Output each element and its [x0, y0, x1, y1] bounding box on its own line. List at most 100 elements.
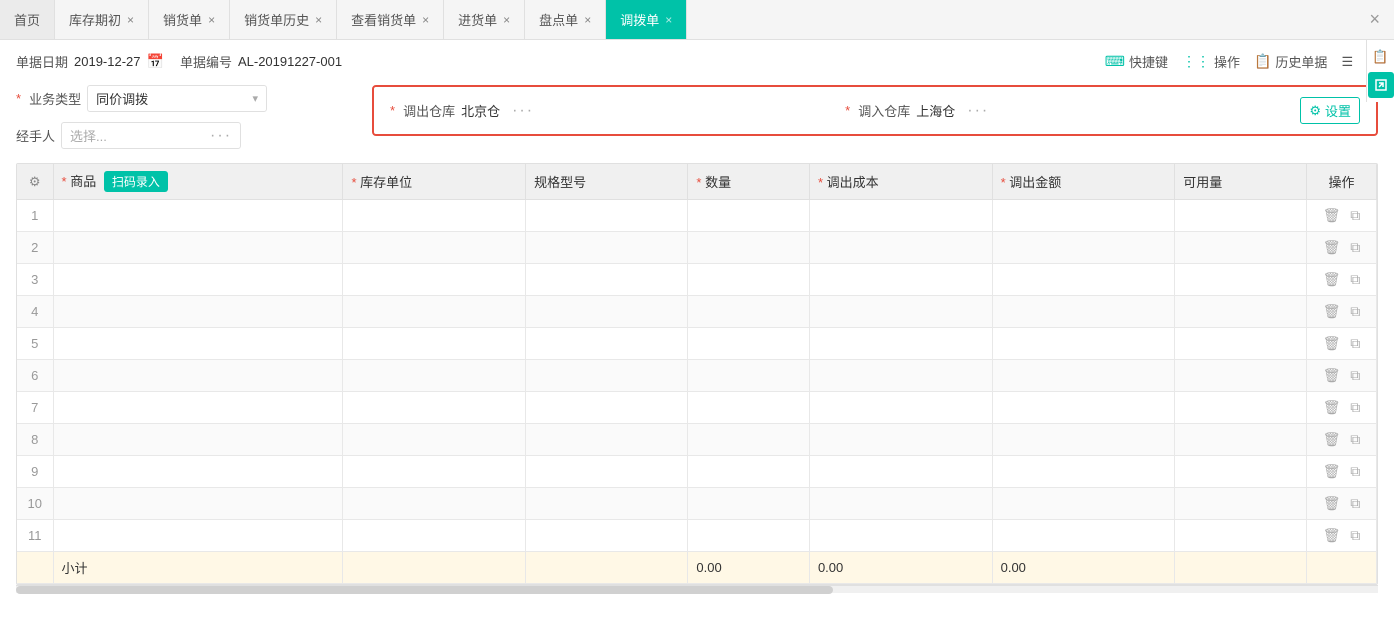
cell-spec[interactable] — [526, 392, 688, 424]
business-type-select[interactable]: 同价调拨 ▾ — [87, 85, 267, 112]
cell-unit[interactable] — [343, 360, 526, 392]
tab-close-transfer[interactable]: × — [665, 13, 672, 27]
cell-cost[interactable] — [809, 296, 992, 328]
cell-product[interactable] — [53, 392, 343, 424]
cell-amount[interactable] — [992, 232, 1175, 264]
copy-icon[interactable]: ⧉ — [1350, 335, 1360, 351]
cell-qty[interactable] — [688, 328, 810, 360]
cell-qty[interactable] — [688, 456, 810, 488]
cell-qty[interactable] — [688, 360, 810, 392]
cell-cost[interactable] — [809, 424, 992, 456]
cell-spec[interactable] — [526, 232, 688, 264]
cell-amount[interactable] — [992, 328, 1175, 360]
tab-close-inventory-init[interactable]: × — [127, 13, 134, 27]
cell-spec[interactable] — [526, 488, 688, 520]
cell-spec[interactable] — [526, 456, 688, 488]
handler-more-icon[interactable]: ··· — [210, 127, 232, 145]
tab-close-sales-order[interactable]: × — [208, 13, 215, 27]
copy-icon[interactable]: ⧉ — [1350, 207, 1360, 223]
tab-sales-order[interactable]: 销货单 × — [149, 0, 230, 39]
delete-icon[interactable]: 🗑 — [1323, 207, 1341, 223]
cell-cost[interactable] — [809, 456, 992, 488]
tab-close-view-sales[interactable]: × — [422, 13, 429, 27]
cell-spec[interactable] — [526, 296, 688, 328]
copy-icon[interactable]: ⧉ — [1350, 239, 1360, 255]
shortcuts-button[interactable]: ⌨ 快捷键 — [1105, 52, 1168, 71]
cell-spec[interactable] — [526, 520, 688, 552]
delete-icon[interactable]: 🗑 — [1323, 527, 1341, 543]
cell-qty[interactable] — [688, 392, 810, 424]
sidebar-export-icon[interactable] — [1368, 72, 1394, 98]
copy-icon[interactable]: ⧉ — [1350, 527, 1360, 543]
cell-product[interactable] — [53, 296, 343, 328]
sidebar-note-icon[interactable]: 📋 — [1368, 44, 1394, 70]
cell-unit[interactable] — [343, 456, 526, 488]
copy-icon[interactable]: ⧉ — [1350, 495, 1360, 511]
cell-unit[interactable] — [343, 392, 526, 424]
cell-amount[interactable] — [992, 360, 1175, 392]
cell-cost[interactable] — [809, 520, 992, 552]
cell-unit[interactable] — [343, 328, 526, 360]
tab-home[interactable]: 首页 — [0, 0, 55, 39]
cell-spec[interactable] — [526, 328, 688, 360]
cell-product[interactable] — [53, 232, 343, 264]
delete-icon[interactable]: 🗑 — [1323, 367, 1341, 383]
tab-stocktake[interactable]: 盘点单 × — [525, 0, 606, 39]
cell-product[interactable] — [53, 264, 343, 296]
cell-product[interactable] — [53, 456, 343, 488]
tab-view-sales[interactable]: 查看销货单 × — [337, 0, 444, 39]
layout-toggle-list[interactable]: ☰ — [1341, 54, 1353, 70]
cell-cost[interactable] — [809, 328, 992, 360]
cell-spec[interactable] — [526, 360, 688, 392]
copy-icon[interactable]: ⧉ — [1350, 367, 1360, 383]
tab-close-purchase-order[interactable]: × — [503, 13, 510, 27]
cell-amount[interactable] — [992, 456, 1175, 488]
cell-amount[interactable] — [992, 296, 1175, 328]
cell-qty[interactable] — [688, 232, 810, 264]
warehouse-in-more-icon[interactable]: ··· — [967, 102, 989, 120]
cell-amount[interactable] — [992, 264, 1175, 296]
cell-product[interactable] — [53, 360, 343, 392]
copy-icon[interactable]: ⧉ — [1350, 463, 1360, 479]
delete-icon[interactable]: 🗑 — [1323, 335, 1341, 351]
cell-qty[interactable] — [688, 296, 810, 328]
scrollbar-thumb[interactable] — [16, 586, 833, 594]
warehouse-out-more-icon[interactable]: ··· — [512, 102, 534, 120]
cell-amount[interactable] — [992, 520, 1175, 552]
cell-unit[interactable] — [343, 200, 526, 232]
cell-cost[interactable] — [809, 232, 992, 264]
delete-icon[interactable]: 🗑 — [1323, 303, 1341, 319]
cell-amount[interactable] — [992, 392, 1175, 424]
delete-icon[interactable]: 🗑 — [1323, 495, 1341, 511]
cell-unit[interactable] — [343, 264, 526, 296]
cell-cost[interactable] — [809, 264, 992, 296]
cell-unit[interactable] — [343, 232, 526, 264]
cell-qty[interactable] — [688, 200, 810, 232]
cell-product[interactable] — [53, 200, 343, 232]
delete-icon[interactable]: 🗑 — [1323, 239, 1341, 255]
cell-product[interactable] — [53, 424, 343, 456]
handler-select[interactable]: 选择... ··· — [61, 122, 241, 149]
copy-icon[interactable]: ⧉ — [1350, 431, 1360, 447]
cell-unit[interactable] — [343, 520, 526, 552]
copy-icon[interactable]: ⧉ — [1350, 399, 1360, 415]
tab-close-sales-history[interactable]: × — [315, 13, 322, 27]
window-close-button[interactable]: × — [1355, 0, 1394, 39]
operations-button[interactable]: ⋮⋮ 操作 — [1182, 52, 1240, 71]
cell-amount[interactable] — [992, 488, 1175, 520]
delete-icon[interactable]: 🗑 — [1323, 271, 1341, 287]
cell-qty[interactable] — [688, 424, 810, 456]
cell-amount[interactable] — [992, 424, 1175, 456]
cell-amount[interactable] — [992, 200, 1175, 232]
cell-spec[interactable] — [526, 200, 688, 232]
table-gear-header[interactable]: ⚙ — [17, 164, 53, 200]
calendar-icon[interactable]: 📅 — [147, 53, 164, 70]
cell-unit[interactable] — [343, 296, 526, 328]
tab-inventory-init[interactable]: 库存期初 × — [55, 0, 149, 39]
cell-product[interactable] — [53, 520, 343, 552]
cell-cost[interactable] — [809, 200, 992, 232]
cell-product[interactable] — [53, 488, 343, 520]
cell-qty[interactable] — [688, 264, 810, 296]
cell-qty[interactable] — [688, 488, 810, 520]
history-button[interactable]: 📋 历史单据 — [1254, 52, 1327, 71]
